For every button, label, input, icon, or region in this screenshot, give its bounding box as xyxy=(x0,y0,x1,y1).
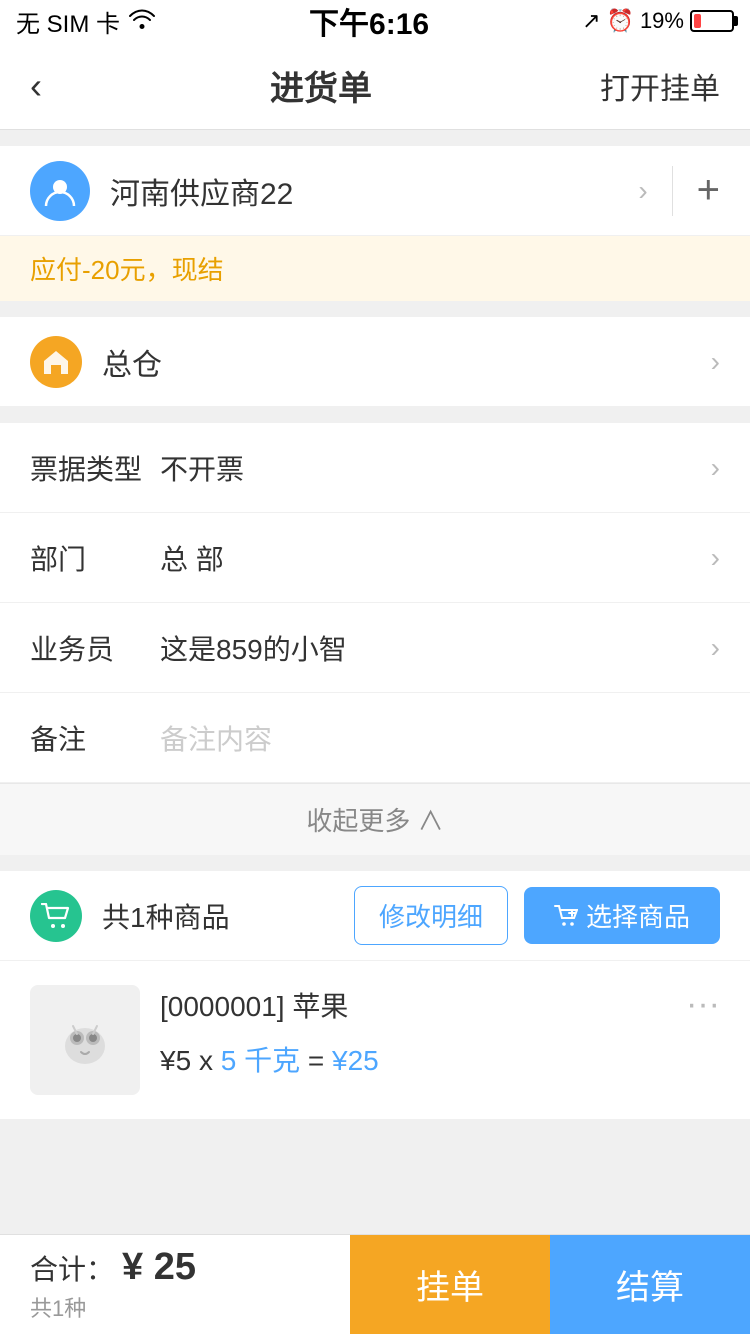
add-supplier-button[interactable]: + xyxy=(697,168,720,213)
invoice-type-label: 票据类型 xyxy=(30,448,160,488)
status-time: 下午6:16 xyxy=(309,0,429,43)
bottom-bar: 合计： ¥ 25 共1种 挂单 结算 xyxy=(0,1234,750,1334)
collapse-row[interactable]: 收起更多 ∧ xyxy=(0,783,750,855)
supplier-row[interactable]: 河南供应商22 › + xyxy=(0,146,750,236)
select-product-label: 选择商品 xyxy=(586,897,690,934)
nav-bar: ‹ 进货单 打开挂单 xyxy=(0,42,750,130)
product-name: [0000001] 苹果 xyxy=(160,985,676,1025)
product-unit: 千克 xyxy=(244,1045,300,1076)
product-count-label: 共1种商品 xyxy=(102,896,354,936)
back-button[interactable]: ‹ xyxy=(30,65,42,107)
hang-button[interactable]: 挂单 xyxy=(350,1235,550,1334)
form-section: 票据类型 不开票 › 部门 总 部 › 业务员 这是859的小智 › 备注 备注… xyxy=(0,423,750,783)
total-section: 合计： ¥ 25 共1种 xyxy=(0,1246,350,1323)
supplier-name: 河南供应商22 xyxy=(110,169,638,213)
invoice-type-row[interactable]: 票据类型 不开票 › xyxy=(0,423,750,513)
collapse-label: 收起更多 ∧ xyxy=(306,801,443,838)
total-sub: 共1种 xyxy=(30,1291,320,1323)
product-item: [0000001] 苹果 ¥5 x 5 千克 = ¥25 ··· xyxy=(0,961,750,1120)
carrier-text: 无 SIM 卡 xyxy=(16,4,120,39)
location-icon: ↗ xyxy=(582,8,600,34)
total-row: 合计： ¥ 25 xyxy=(30,1246,320,1289)
warehouse-row[interactable]: 总仓 › xyxy=(0,317,750,407)
remark-placeholder: 备注内容 xyxy=(160,718,720,758)
status-bar: 无 SIM 卡 下午6:16 ↗ ⏰ 19% xyxy=(0,0,750,42)
salesperson-label: 业务员 xyxy=(30,628,160,668)
remark-row[interactable]: 备注 备注内容 xyxy=(0,693,750,783)
warehouse-section: 总仓 › xyxy=(0,317,750,407)
product-info: [0000001] 苹果 ¥5 x 5 千克 = ¥25 xyxy=(160,985,676,1079)
edit-detail-button[interactable]: 修改明细 xyxy=(354,886,508,945)
status-right: ↗ ⏰ 19% xyxy=(582,8,734,34)
divider xyxy=(672,166,673,216)
wifi-icon xyxy=(128,7,156,36)
alarm-icon: ⏰ xyxy=(607,8,634,34)
gap-3 xyxy=(0,407,750,423)
page-title: 进货单 xyxy=(270,61,372,110)
product-more-button[interactable]: ··· xyxy=(676,985,720,1024)
battery-percent: 19% xyxy=(640,8,684,34)
salesperson-value: 这是859的小智 xyxy=(160,628,711,668)
status-left: 无 SIM 卡 xyxy=(16,4,156,39)
product-thumbnail xyxy=(30,985,140,1095)
department-chevron-icon: › xyxy=(711,542,720,574)
info-text: 应付-20元，现结 xyxy=(30,255,224,285)
product-cart-icon xyxy=(30,890,82,942)
gap-2 xyxy=(0,301,750,317)
select-product-button[interactable]: 选择商品 xyxy=(524,887,720,944)
warehouse-chevron-icon: › xyxy=(711,346,720,378)
open-hang-button[interactable]: 打开挂单 xyxy=(600,64,720,108)
supplier-section: 河南供应商22 › + 应付-20元，现结 xyxy=(0,146,750,301)
battery-icon xyxy=(690,10,734,32)
supplier-chevron-icon: › xyxy=(638,175,647,207)
bottom-spacer xyxy=(0,1120,750,1220)
supplier-avatar xyxy=(30,161,90,221)
product-header: 共1种商品 修改明细 选择商品 xyxy=(0,871,750,961)
salesperson-row[interactable]: 业务员 这是859的小智 › xyxy=(0,603,750,693)
product-total: ¥25 xyxy=(332,1045,379,1076)
department-row[interactable]: 部门 总 部 › xyxy=(0,513,750,603)
product-code: [0000001] xyxy=(160,991,285,1022)
total-amount: ¥ 25 xyxy=(122,1246,196,1289)
department-value: 总 部 xyxy=(160,538,711,578)
salesperson-chevron-icon: › xyxy=(711,632,720,664)
product-qty: 5 xyxy=(221,1045,237,1076)
warehouse-icon xyxy=(30,336,82,388)
total-label: 合计： xyxy=(30,1248,114,1288)
checkout-button[interactable]: 结算 xyxy=(550,1235,750,1334)
remark-label: 备注 xyxy=(30,718,160,758)
product-formula: ¥5 x 5 千克 = ¥25 xyxy=(160,1039,676,1079)
product-section: 共1种商品 修改明细 选择商品 xyxy=(0,871,750,1120)
gap-1 xyxy=(0,130,750,146)
warehouse-name: 总仓 xyxy=(102,340,711,384)
department-label: 部门 xyxy=(30,538,160,578)
invoice-type-value: 不开票 xyxy=(160,448,711,488)
info-banner: 应付-20元，现结 xyxy=(0,236,750,301)
product-price: ¥5 xyxy=(160,1045,191,1076)
invoice-type-chevron-icon: › xyxy=(711,452,720,484)
gap-4 xyxy=(0,855,750,871)
